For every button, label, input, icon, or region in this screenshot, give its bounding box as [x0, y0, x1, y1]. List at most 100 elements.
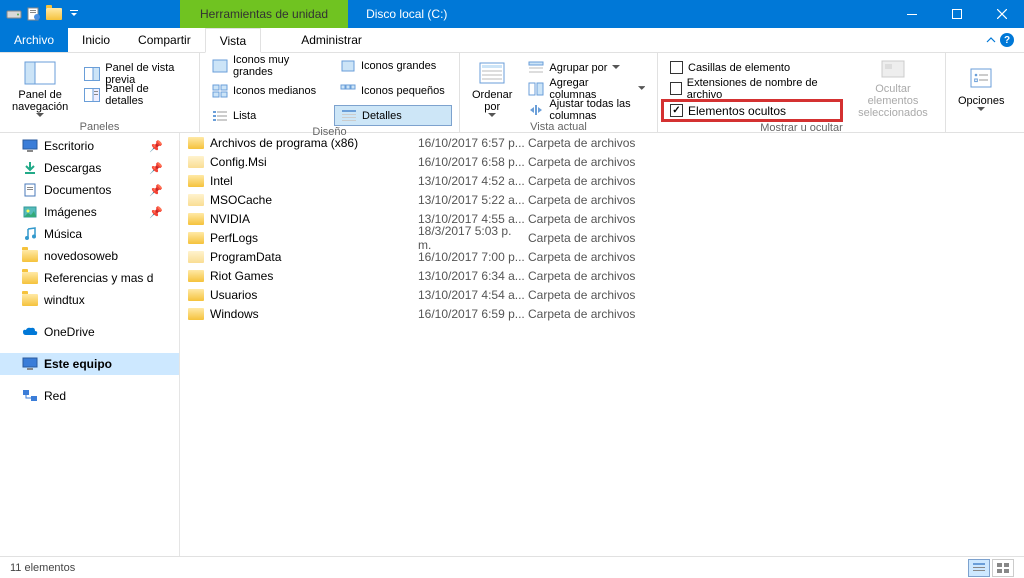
pin-icon: 📌	[149, 140, 173, 153]
chevron-down-icon	[36, 113, 44, 118]
pin-icon: 📌	[149, 162, 173, 175]
file-row[interactable]: Archivos de programa (x86)16/10/2017 6:5…	[180, 133, 1024, 152]
sidebar-item[interactable]: Imágenes📌	[0, 201, 179, 223]
pin-icon: 📌	[149, 184, 173, 197]
sidebar-item[interactable]: Referencias y mas d	[0, 267, 179, 289]
sidebar-item[interactable]: Escritorio📌	[0, 135, 179, 157]
view-details-button[interactable]	[968, 559, 990, 577]
folder-icon	[188, 289, 204, 301]
ribbon-group-current-view: Ordenar por Agrupar por Agregar columnas…	[460, 53, 658, 132]
options-icon	[965, 65, 997, 93]
ribbon-group-panels: Panel de navegación Panel de vista previ…	[0, 53, 200, 132]
window-controls	[889, 0, 1024, 28]
layout-medium[interactable]: Iconos medianos	[206, 80, 334, 101]
item-checkboxes-toggle[interactable]: Casillas de elemento	[664, 57, 843, 78]
tab-manage[interactable]: Administrar	[287, 28, 376, 52]
titlebar: Herramientas de unidad Disco local (C:)	[0, 0, 1024, 28]
file-row[interactable]: Riot Games13/10/2017 6:34 a...Carpeta de…	[180, 266, 1024, 285]
ribbon-collapse-icon[interactable]	[986, 35, 996, 45]
add-columns-button[interactable]: Agregar columnas	[522, 78, 651, 99]
sidebar-this-pc[interactable]: Este equipo	[0, 353, 179, 375]
qat-dropdown-icon[interactable]	[66, 6, 82, 22]
layout-small[interactable]: Iconos pequeños	[334, 80, 452, 101]
nav-pane-label: Panel de navegación	[12, 89, 68, 113]
folder-icon	[188, 270, 204, 282]
checkbox-icon[interactable]	[670, 104, 683, 117]
downloads-icon	[22, 160, 38, 176]
details-icon	[341, 108, 357, 124]
checkbox-icon	[670, 61, 683, 74]
onedrive-icon	[22, 324, 38, 340]
tab-share[interactable]: Compartir	[124, 28, 205, 52]
chevron-down-icon	[638, 86, 645, 91]
large-icon	[340, 58, 356, 74]
sidebar-item[interactable]: Descargas📌	[0, 157, 179, 179]
size-columns-icon	[528, 102, 544, 118]
file-row[interactable]: PerfLogs18/3/2017 5:03 p. m.Carpeta de a…	[180, 228, 1024, 247]
tab-file[interactable]: Archivo	[0, 28, 68, 52]
file-row[interactable]: Windows16/10/2017 6:59 p...Carpeta de ar…	[180, 304, 1024, 323]
file-row[interactable]: Usuarios13/10/2017 4:54 a...Carpeta de a…	[180, 285, 1024, 304]
sidebar-network[interactable]: Red	[0, 385, 179, 407]
network-icon	[22, 388, 38, 404]
close-button[interactable]	[979, 0, 1024, 28]
sidebar-item[interactable]: novedosoweb	[0, 245, 179, 267]
size-all-columns-button[interactable]: Ajustar todas las columnas	[522, 99, 651, 120]
chevron-down-icon	[977, 107, 985, 112]
main-area: Escritorio📌Descargas📌Documentos📌Imágenes…	[0, 133, 1024, 558]
tab-home[interactable]: Inicio	[68, 28, 124, 52]
folder-icon	[22, 292, 38, 308]
folder-icon	[188, 194, 204, 206]
nav-pane-button[interactable]: Panel de navegación	[6, 55, 74, 121]
ribbon-group-layout: Iconos muy grandes Iconos grandes Iconos…	[200, 53, 460, 132]
tab-view[interactable]: Vista	[205, 28, 261, 53]
layout-details[interactable]: Detalles	[334, 105, 452, 126]
file-row[interactable]: Config.Msi16/10/2017 6:58 p...Carpeta de…	[180, 152, 1024, 171]
extra-large-icon	[212, 58, 228, 74]
file-row[interactable]: Intel13/10/2017 4:52 a...Carpeta de arch…	[180, 171, 1024, 190]
properties-icon[interactable]	[26, 6, 42, 22]
ribbon: Panel de navegación Panel de vista previ…	[0, 53, 1024, 133]
preview-pane-icon	[84, 66, 100, 82]
nav-pane-icon	[24, 59, 56, 87]
sort-by-button[interactable]: Ordenar por	[466, 55, 518, 121]
layout-large[interactable]: Iconos grandes	[334, 55, 452, 76]
sidebar-item[interactable]: Música	[0, 223, 179, 245]
layout-extra-large[interactable]: Iconos muy grandes	[206, 55, 334, 76]
folder-icon	[188, 175, 204, 187]
sidebar-item[interactable]: windtux	[0, 289, 179, 311]
view-thumbnails-button[interactable]	[992, 559, 1014, 577]
details-pane-label: Panel de detalles	[105, 83, 187, 107]
statusbar: 11 elementos	[0, 556, 1024, 578]
options-button[interactable]: Opciones	[952, 55, 1010, 121]
file-extensions-toggle[interactable]: Extensiones de nombre de archivo	[664, 78, 843, 99]
menubar: Archivo Inicio Compartir Vista Administr…	[0, 28, 1024, 53]
sidebar-onedrive[interactable]: OneDrive	[0, 321, 179, 343]
file-row[interactable]: MSOCache13/10/2017 5:22 a...Carpeta de a…	[180, 190, 1024, 209]
layout-list[interactable]: Lista	[206, 105, 334, 126]
preview-pane-button[interactable]: Panel de vista previa	[78, 63, 193, 84]
maximize-button[interactable]	[934, 0, 979, 28]
file-row[interactable]: ProgramData16/10/2017 7:00 p...Carpeta d…	[180, 247, 1024, 266]
window-title: Disco local (C:)	[348, 0, 889, 28]
folder-icon	[22, 248, 38, 264]
options-label: Opciones	[958, 95, 1004, 107]
file-list[interactable]: Archivos de programa (x86)16/10/2017 6:5…	[180, 133, 1024, 558]
minimize-button[interactable]	[889, 0, 934, 28]
details-pane-button[interactable]: Panel de detalles	[78, 84, 193, 105]
group-by-button[interactable]: Agrupar por	[522, 57, 651, 78]
ribbon-group-show-hide: Casillas de elemento Extensiones de nomb…	[658, 53, 946, 132]
new-folder-icon[interactable]	[46, 6, 62, 22]
pin-icon: 📌	[149, 206, 173, 219]
contextual-tab-header: Herramientas de unidad	[180, 0, 348, 28]
sidebar-item[interactable]: Documentos📌	[0, 179, 179, 201]
hidden-items-toggle[interactable]: Elementos ocultos	[688, 104, 786, 118]
drive-icon	[6, 6, 22, 22]
small-icon-view-icon	[340, 83, 356, 99]
folder-icon	[188, 213, 204, 225]
help-icon[interactable]: ?	[1000, 33, 1014, 47]
ribbon-group-options: Opciones	[946, 53, 1016, 132]
file-row[interactable]: NVIDIA13/10/2017 4:55 a...Carpeta de arc…	[180, 209, 1024, 228]
folder-icon	[188, 232, 204, 244]
desktop-icon	[22, 138, 38, 154]
